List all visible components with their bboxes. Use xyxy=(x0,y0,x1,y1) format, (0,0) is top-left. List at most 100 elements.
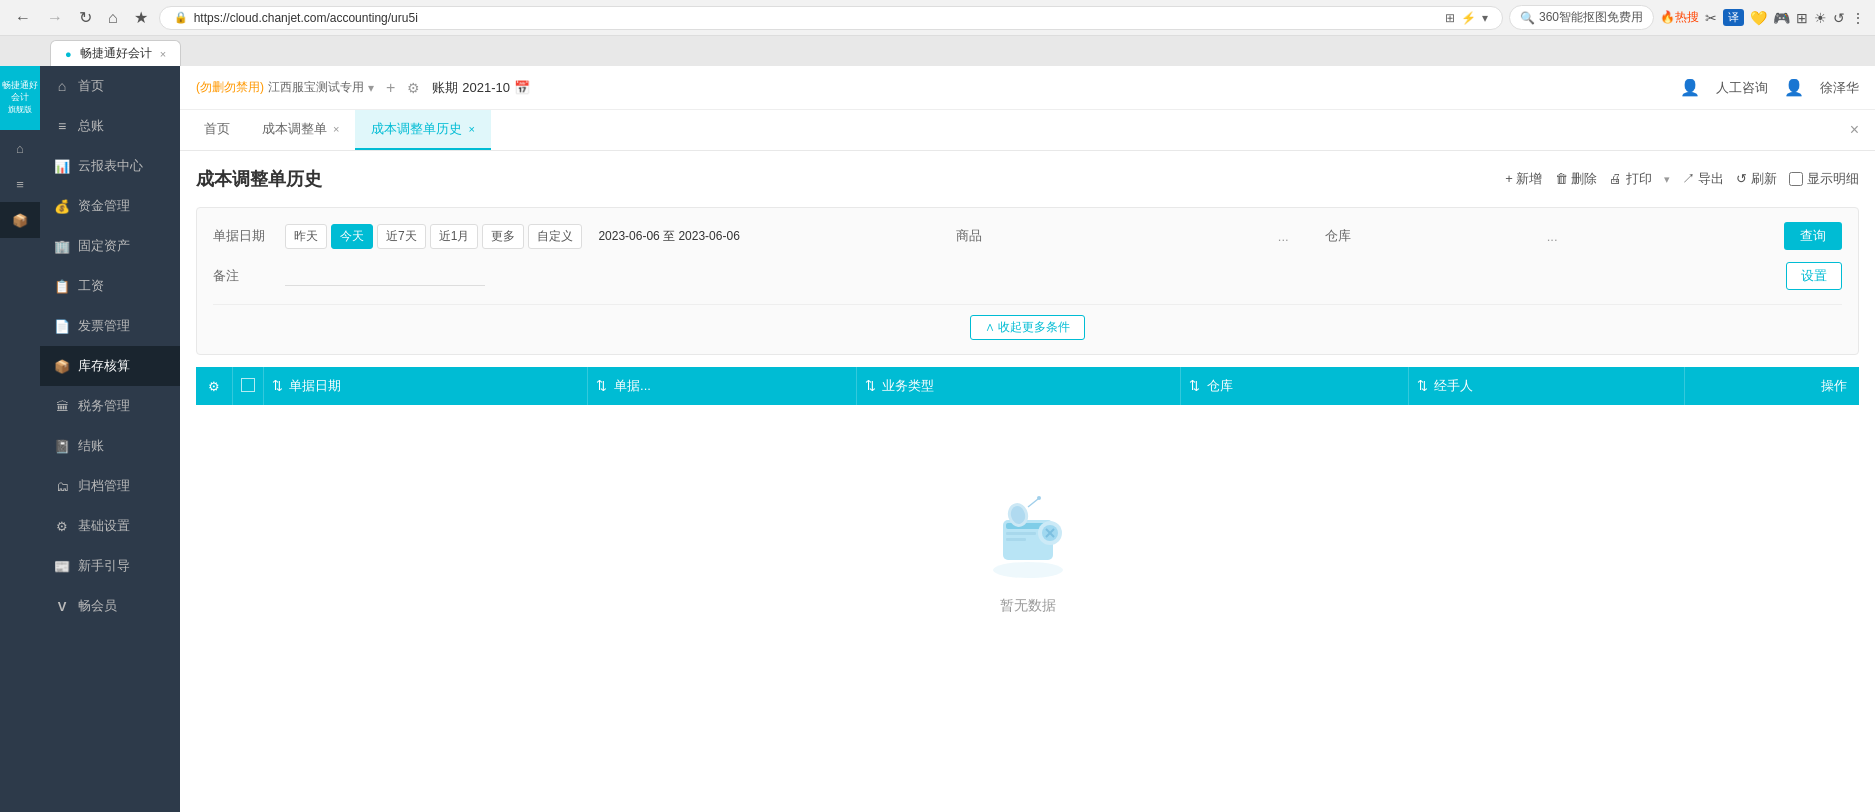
nav-label-settings: 基础设置 xyxy=(78,517,130,535)
th-handler[interactable]: ⇅ 经手人 xyxy=(1408,367,1684,405)
th-biz-type[interactable]: ⇅ 业务类型 xyxy=(856,367,1181,405)
query-button[interactable]: 查询 xyxy=(1784,222,1842,250)
archive-icon: 🗂 xyxy=(54,479,70,494)
print-dropdown-icon[interactable]: ▾ xyxy=(1664,173,1670,186)
export-button[interactable]: ↗ 导出 xyxy=(1682,170,1725,188)
th-number[interactable]: ⇅ 单据... xyxy=(588,367,856,405)
collapse-button[interactable]: ∧ 收起更多条件 xyxy=(970,315,1085,340)
tab-cost-adjust-history-close[interactable]: × xyxy=(468,123,474,135)
nav-label-funds: 资金管理 xyxy=(78,197,130,215)
nav-item-settings[interactable]: ⚙ 基础设置 xyxy=(40,506,180,546)
settings-gear-icon[interactable]: ⚙ xyxy=(407,80,420,96)
nav-item-ledger[interactable]: ≡ 总账 xyxy=(40,106,180,146)
nav-item-reports[interactable]: 📊 云报表中心 xyxy=(40,146,180,186)
show-columns-checkbox[interactable]: 显示明细 xyxy=(1789,170,1859,188)
today-btn[interactable]: 今天 xyxy=(331,224,373,249)
last-month-btn[interactable]: 近1月 xyxy=(430,224,479,249)
th-date[interactable]: ⇅ 单据日期 xyxy=(263,367,588,405)
windows-icon[interactable]: ⊞ xyxy=(1796,10,1808,26)
sidebar-icon-1[interactable]: ⌂ xyxy=(0,130,40,166)
brightness-icon[interactable]: ☀ xyxy=(1814,10,1827,26)
forward-button[interactable]: → xyxy=(42,7,68,29)
coin-icon[interactable]: 💛 xyxy=(1750,10,1767,26)
custom-btn[interactable]: 自定义 xyxy=(528,224,582,249)
nav-item-member[interactable]: V 畅会员 xyxy=(40,586,180,626)
svg-rect-4 xyxy=(1006,538,1026,541)
customer-service[interactable]: 人工咨询 xyxy=(1716,79,1768,97)
nav-label-closing: 结账 xyxy=(78,437,104,455)
sidebar-icon-active[interactable]: 📦 xyxy=(0,202,40,238)
nav-item-closing[interactable]: 📓 结账 xyxy=(40,426,180,466)
nav-item-fixed[interactable]: 🏢 固定资产 xyxy=(40,226,180,266)
undo-icon[interactable]: ↺ xyxy=(1833,10,1845,26)
nav-item-tax[interactable]: 🏛 税务管理 xyxy=(40,386,180,426)
nav-label-inventory: 库存核算 xyxy=(78,357,130,375)
tab-home[interactable]: 首页 xyxy=(188,110,246,150)
th-number-label: 单据... xyxy=(614,378,651,393)
home-button[interactable]: ⌂ xyxy=(103,7,123,29)
tab-cost-adjust-history[interactable]: 成本调整单历史 × xyxy=(355,110,490,150)
calendar-icon[interactable]: 📅 xyxy=(514,80,530,95)
select-all-checkbox[interactable] xyxy=(241,378,255,392)
back-button[interactable]: ← xyxy=(10,7,36,29)
setting-button[interactable]: 设置 xyxy=(1786,262,1842,290)
more-menu-icon[interactable]: ⋮ xyxy=(1851,10,1865,26)
nav-item-archive[interactable]: 🗂 归档管理 xyxy=(40,466,180,506)
data-table: ⚙ ⇅ 单据日期 ⇅ 单据... xyxy=(196,367,1859,405)
collapse-section: ∧ 收起更多条件 xyxy=(213,304,1842,340)
note-input[interactable] xyxy=(285,266,485,286)
user-avatar-icon: 👤 xyxy=(1784,78,1804,97)
tab-cost-adjust-close[interactable]: × xyxy=(333,123,339,135)
global-close-btn[interactable]: × xyxy=(1834,121,1875,139)
scissors-icon[interactable]: ✂ xyxy=(1705,10,1717,26)
url-text: https://cloud.chanjet.com/accounting/uru… xyxy=(194,11,1439,25)
last7-btn[interactable]: 近7天 xyxy=(377,224,426,249)
warehouse-dots[interactable]: ... xyxy=(1547,229,1558,244)
nav-label-invoice: 发票管理 xyxy=(78,317,130,335)
reload-button[interactable]: ↻ xyxy=(74,6,97,29)
th-warehouse[interactable]: ⇅ 仓库 xyxy=(1181,367,1408,405)
company-selector[interactable]: (勿删勿禁用) 江西服宝测试专用 ▾ xyxy=(196,79,374,96)
search-icon: 🔍 xyxy=(1520,11,1535,25)
tab-cost-adjust[interactable]: 成本调整单 × xyxy=(246,110,355,150)
th-settings[interactable]: ⚙ xyxy=(196,367,232,405)
date-filter-label: 单据日期 xyxy=(213,227,269,245)
secure-icon: 🔒 xyxy=(174,11,188,24)
period-label: 账期 xyxy=(432,79,458,97)
tab-close-icon[interactable]: × xyxy=(160,48,166,60)
th-biz-label: 业务类型 xyxy=(882,378,934,393)
game-icon[interactable]: 🎮 xyxy=(1773,10,1790,26)
nav-item-funds[interactable]: 💰 资金管理 xyxy=(40,186,180,226)
print-button[interactable]: 🖨 打印 xyxy=(1609,170,1652,188)
nav-item-payroll[interactable]: 📋 工资 xyxy=(40,266,180,306)
nav-item-guide[interactable]: 📰 新手引导 xyxy=(40,546,180,586)
sidebar-icon-2[interactable]: ≡ xyxy=(0,166,40,202)
show-columns-input[interactable] xyxy=(1789,172,1803,186)
username: 徐泽华 xyxy=(1820,79,1859,97)
refresh-button[interactable]: ↺ 刷新 xyxy=(1736,170,1777,188)
nav-item-inventory[interactable]: 📦 库存核算 xyxy=(40,346,180,386)
address-bar[interactable]: 🔒 https://cloud.chanjet.com/accounting/u… xyxy=(159,6,1503,30)
delete-button[interactable]: 🗑 删除 xyxy=(1555,170,1598,188)
nav-item-home[interactable]: ⌂ 首页 xyxy=(40,66,180,106)
home-icon: ⌂ xyxy=(54,78,70,94)
add-company-icon[interactable]: + xyxy=(386,79,395,97)
nav-label-payroll: 工资 xyxy=(78,277,104,295)
settings-gear-th-icon[interactable]: ⚙ xyxy=(208,379,220,394)
goods-dots[interactable]: ... xyxy=(1278,229,1289,244)
search-box[interactable]: 🔍 360智能抠图免费用 xyxy=(1509,5,1654,30)
hot-search[interactable]: 🔥热搜 xyxy=(1660,9,1699,26)
th-check[interactable] xyxy=(232,367,263,405)
browser-tab-app[interactable]: ● 畅捷通好会计 × xyxy=(50,40,181,66)
filter-row-2: 备注 设置 xyxy=(213,262,1842,290)
nav-item-invoice[interactable]: 📄 发票管理 xyxy=(40,306,180,346)
company-warning: (勿删勿禁用) xyxy=(196,79,264,96)
more-btn[interactable]: 更多 xyxy=(482,224,524,249)
th-warehouse-label: 仓库 xyxy=(1207,378,1233,393)
star-button[interactable]: ★ xyxy=(129,6,153,29)
payroll-icon: 📋 xyxy=(54,279,70,294)
add-button[interactable]: + 新增 xyxy=(1505,170,1542,188)
yesterday-btn[interactable]: 昨天 xyxy=(285,224,327,249)
translate-btn[interactable]: 译 xyxy=(1723,9,1744,26)
nav-label-fixed: 固定资产 xyxy=(78,237,130,255)
